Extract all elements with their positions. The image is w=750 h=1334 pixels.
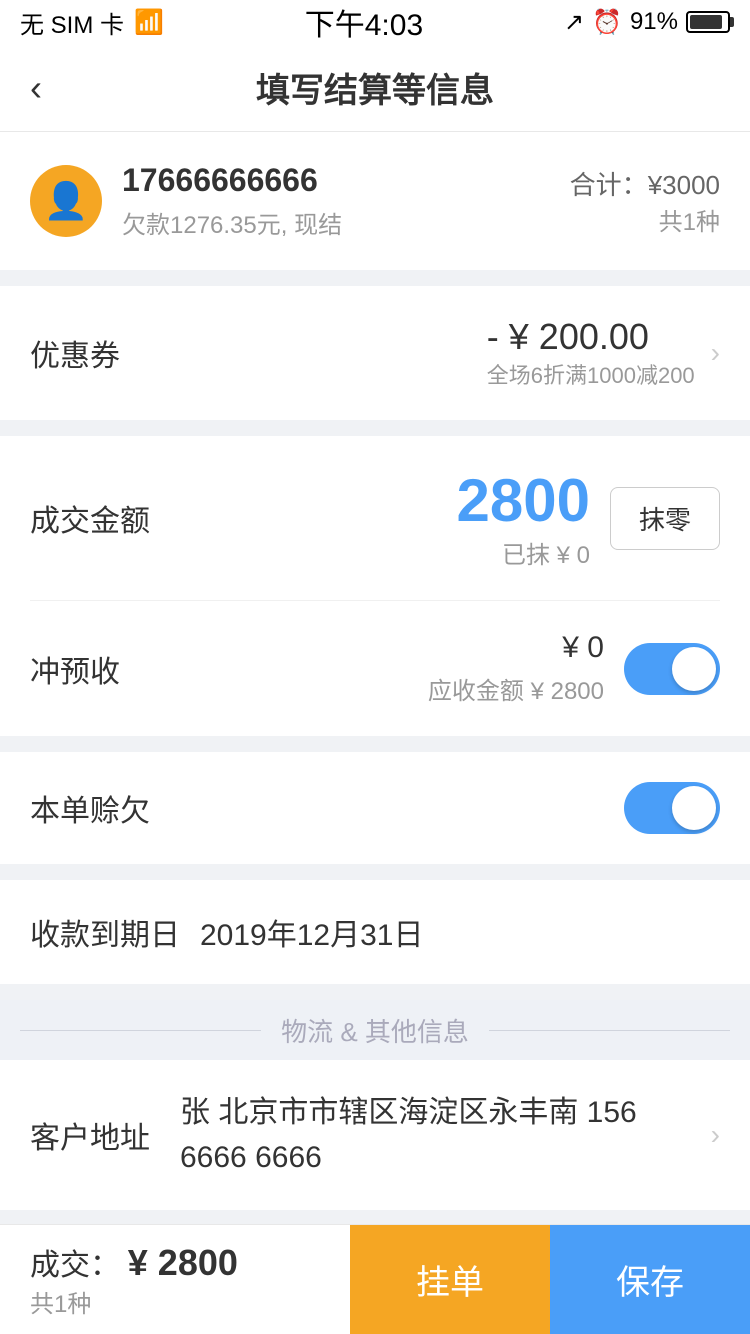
coupon-section: 优惠券 - ¥ 200.00 全场6折满1000减200 › (0, 286, 750, 420)
address-label: 客户地址 (30, 1113, 150, 1157)
nav-bar: ‹ 填写结算等信息 (0, 44, 750, 132)
credit-label: 本单赊欠 (30, 786, 150, 830)
coupon-arrow-icon: › (711, 337, 720, 369)
wifi-icon: 📶 (134, 8, 164, 37)
credit-toggle[interactable] (624, 782, 720, 834)
bottom-deal-amount: ¥ 2800 (128, 1242, 238, 1283)
status-bar: 无 SIM 卡 📶 下午4:03 ↗ ⏰ 91% (0, 0, 750, 44)
deal-value-group: 2800 已抹 ¥ 0 (457, 466, 590, 570)
battery-icon (686, 11, 730, 33)
coupon-info: - ¥ 200.00 全场6折满1000减200 (487, 316, 695, 390)
deal-label: 成交金额 (30, 496, 150, 540)
bottom-count: 共1种 (30, 1284, 320, 1319)
status-time: 下午4:03 (305, 0, 423, 44)
credit-section: 本单赊欠 (0, 752, 750, 864)
prepay-sub: 应收金额 ¥ 2800 (428, 671, 604, 706)
customer-info: 17666666666 欠款1276.35元, 现结 (122, 162, 342, 240)
coupon-right: - ¥ 200.00 全场6折满1000减200 › (487, 316, 720, 390)
page-title: 填写结算等信息 (256, 63, 494, 112)
save-button[interactable]: 保存 (550, 1225, 750, 1334)
bottom-summary: 成交： ¥ 2800 共1种 (0, 1240, 350, 1319)
deal-amount-right: 2800 已抹 ¥ 0 抹零 (457, 466, 721, 570)
deal-amount-value: 2800 (457, 466, 590, 535)
status-right: ↗ ⏰ 91% (564, 8, 730, 37)
prepay-right: ¥ 0 应收金额 ¥ 2800 (428, 631, 720, 706)
due-date-label: 收款到期日 (30, 910, 180, 954)
credit-toggle-knob (672, 786, 716, 830)
location-icon: ↗ (564, 8, 584, 37)
battery-percent: 91% (630, 8, 678, 36)
prepay-toggle[interactable] (624, 643, 720, 695)
customer-sub: 欠款1276.35元, 现结 (122, 205, 342, 240)
separator-text: 物流 & 其他信息 (281, 1012, 469, 1049)
bottom-deal-line: 成交： ¥ 2800 (30, 1240, 320, 1284)
status-left: 无 SIM 卡 📶 (20, 5, 164, 40)
customer-left: 👤 17666666666 欠款1276.35元, 现结 (30, 162, 342, 240)
credit-row: 本单赊欠 (0, 752, 750, 864)
deal-sub: 已抹 ¥ 0 (457, 535, 590, 570)
customer-right: 合计：¥3000 共1种 (570, 165, 720, 237)
due-date-value: 2019年12月31日 (200, 910, 423, 954)
hold-button[interactable]: 挂单 (350, 1225, 550, 1334)
coupon-sub: 全场6折满1000减200 (487, 358, 695, 390)
deal-amount-row: 成交金额 2800 已抹 ¥ 0 抹零 (30, 436, 720, 601)
coupon-label: 优惠券 (30, 331, 120, 375)
back-button[interactable]: ‹ (30, 67, 42, 109)
prepay-row: 冲预收 ¥ 0 应收金额 ¥ 2800 (30, 601, 720, 736)
separator-line-right (489, 1030, 730, 1031)
prepay-label: 冲预收 (30, 647, 120, 691)
customer-card: 👤 17666666666 欠款1276.35元, 现结 合计：¥3000 共1… (0, 132, 750, 270)
no-sim-text: 无 SIM 卡 (20, 5, 124, 40)
deal-section: 成交金额 2800 已抹 ¥ 0 抹零 冲预收 ¥ 0 应收金额 ¥ 2800 (0, 436, 750, 736)
total-count: 共1种 (570, 202, 720, 237)
due-date-row: 收款到期日 2019年12月31日 (0, 880, 750, 984)
alarm-icon: ⏰ (592, 8, 622, 37)
separator-line-left (20, 1030, 261, 1031)
address-section[interactable]: 客户地址 张 北京市市辖区海淀区永丰南 156 6666 6666 › (0, 1060, 750, 1210)
separator-section: 物流 & 其他信息 (0, 1000, 750, 1060)
address-value: 张 北京市市辖区海淀区永丰南 156 6666 6666 (180, 1090, 711, 1180)
total-label: 合计：¥3000 (570, 165, 720, 202)
bottom-deal-label: 成交： (30, 1249, 120, 1282)
customer-phone: 17666666666 (122, 162, 342, 199)
address-arrow-icon: › (711, 1119, 720, 1151)
avatar: 👤 (30, 165, 102, 237)
content-area: 👤 17666666666 欠款1276.35元, 现结 合计：¥3000 共1… (0, 132, 750, 1330)
credit-toggle-right (624, 782, 720, 834)
toggle-knob (672, 647, 716, 691)
coupon-row[interactable]: 优惠券 - ¥ 200.00 全场6折满1000减200 › (0, 286, 750, 420)
round-button[interactable]: 抹零 (610, 487, 720, 550)
bottom-bar: 成交： ¥ 2800 共1种 挂单 保存 (0, 1224, 750, 1334)
coupon-amount: - ¥ 200.00 (487, 316, 695, 358)
prepay-amount-group: ¥ 0 应收金额 ¥ 2800 (428, 631, 604, 706)
prepay-amount: ¥ 0 (562, 631, 604, 665)
